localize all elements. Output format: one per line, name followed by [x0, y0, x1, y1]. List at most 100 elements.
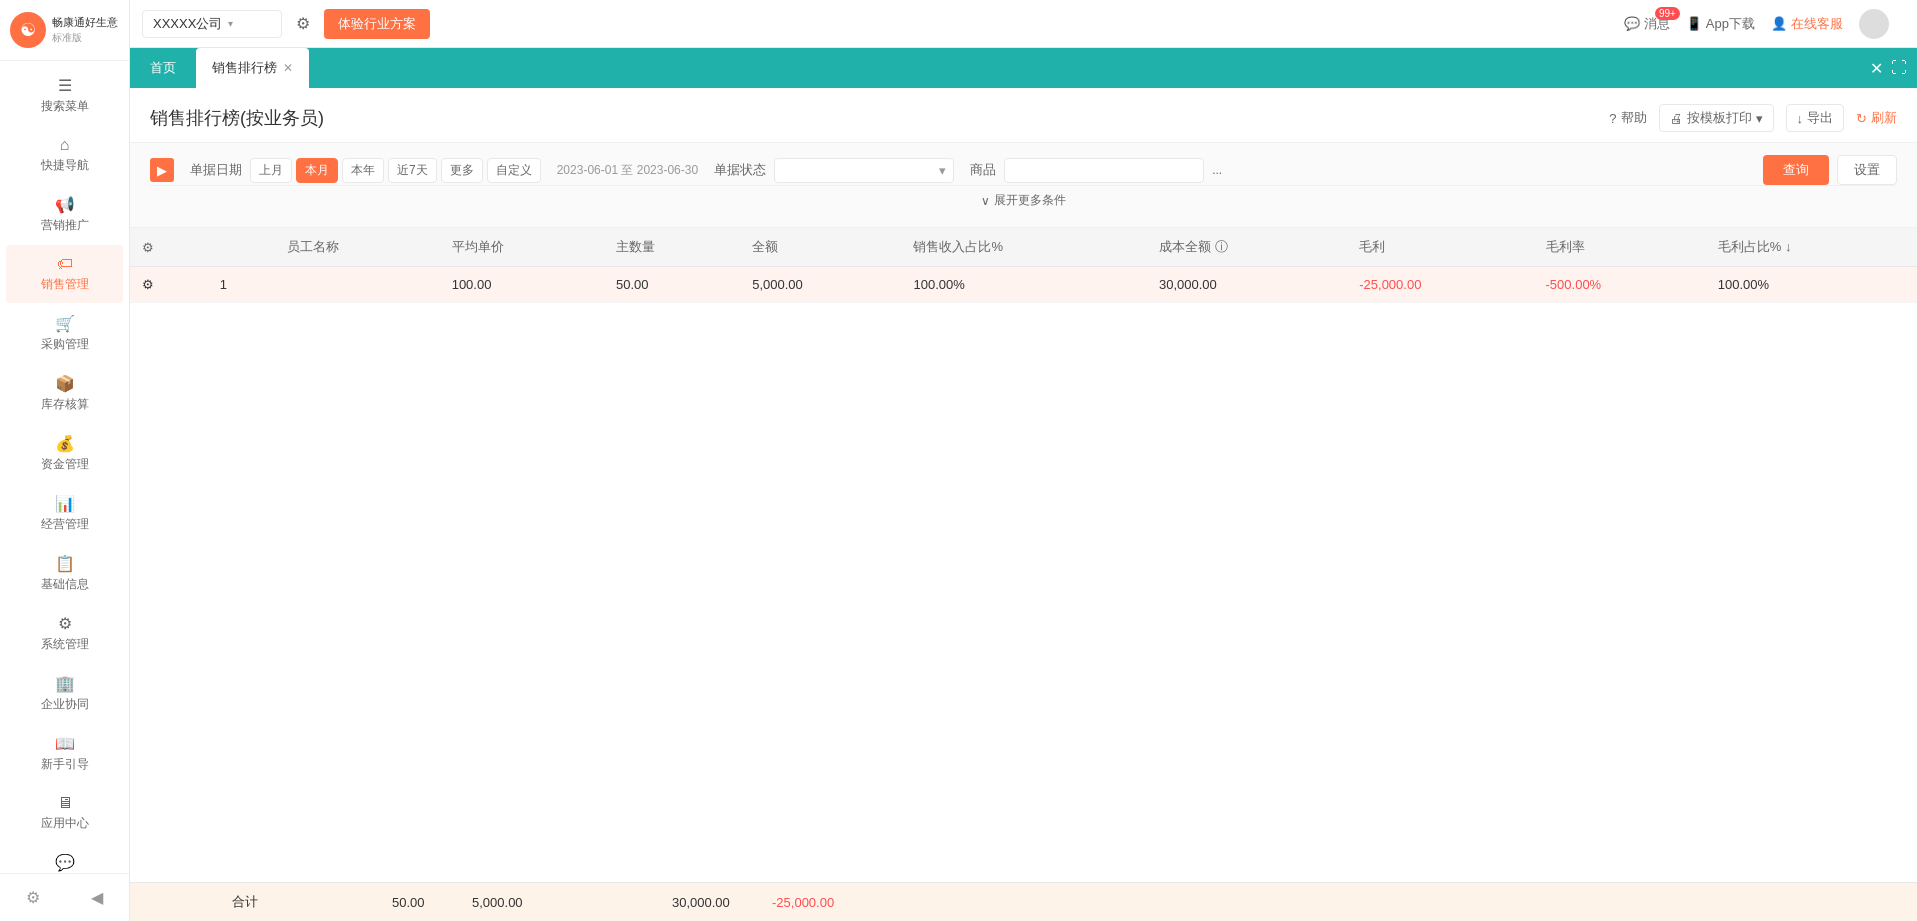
header-right: 💬 消息 99+ 📱 App下载 👤 在线客服 — [1624, 9, 1905, 39]
tab-label: 销售排行榜 — [212, 59, 277, 77]
page-title: 销售排行榜(按业务员) — [150, 106, 324, 130]
goods-filter-item: 商品 ... — [970, 158, 1222, 183]
sidebar-item-wechat[interactable]: 💬企业微信 — [6, 843, 123, 873]
footer-amount: 5,000.00 — [472, 895, 572, 910]
sidebar-collapse-icon[interactable]: ◀ — [83, 884, 111, 911]
sidebar-item-sales[interactable]: 🏷销售管理 — [6, 245, 123, 303]
sidebar-item-inventory[interactable]: 📦库存核算 — [6, 364, 123, 423]
header-settings-icon[interactable]: ⚙ — [292, 10, 314, 37]
settings-button[interactable]: 设置 — [1837, 155, 1897, 185]
export-icon: ↓ — [1797, 111, 1804, 126]
nav-label-search: 搜索菜单 — [41, 98, 89, 115]
col-header-main_qty: 主数量 — [604, 228, 740, 267]
col-header-gross_pct: 毛利占比% ↓ — [1706, 228, 1917, 267]
sidebar: ☯ 畅康通好生意 标准版 ☰搜索菜单⌂快捷导航📢营销推广🏷销售管理🛒采购管理📦库… — [0, 0, 130, 921]
print-button[interactable]: 🖨 按模板打印 ▾ — [1659, 104, 1774, 132]
sidebar-item-basic[interactable]: 📋基础信息 — [6, 544, 123, 603]
footer-gross: -25,000.00 — [772, 895, 872, 910]
date-filter-label: 单据日期 — [190, 161, 242, 179]
sidebar-item-operation[interactable]: 📊 经营管理 — [6, 484, 123, 543]
tab-bar-right: ✕ ⛶ — [1870, 59, 1917, 78]
window-close-icon[interactable]: ✕ — [1870, 59, 1883, 78]
nav-icon-search: ☰ — [58, 76, 72, 95]
col-header-amount: 全额 — [740, 228, 901, 267]
col-header-sales_pct: 销售收入占比% — [901, 228, 1147, 267]
filter-row: ▶ 单据日期 上月本月本年近7天更多自定义 2023-06-01 至 2023-… — [150, 155, 1897, 185]
nav-label-guide: 新手引导 — [41, 756, 89, 773]
sidebar-item-finance[interactable]: 💰资金管理 — [6, 424, 123, 483]
company-selector[interactable]: XXXXX公司 ▾ — [142, 10, 282, 38]
nav-label-operation: 经营管理 — [41, 516, 89, 533]
table-container: ⚙员工名称平均单价主数量全额销售收入占比%成本全额 ⓘ毛利毛利率毛利占比% ↓ … — [130, 228, 1917, 882]
gross-pct-cell: 100.00% — [1706, 267, 1917, 303]
window-max-icon[interactable]: ⛶ — [1891, 59, 1907, 77]
trial-button[interactable]: 体验行业方案 — [324, 9, 430, 39]
date-filter-buttons: 上月本月本年近7天更多自定义 — [250, 158, 541, 183]
message-button[interactable]: 💬 消息 99+ — [1624, 15, 1670, 33]
page-actions: ? 帮助 🖨 按模板打印 ▾ ↓ 导出 ↻ 刷新 — [1609, 104, 1897, 132]
sidebar-item-guide[interactable]: 📖新手引导 — [6, 724, 123, 783]
col-header-cost: 成本全额 ⓘ — [1147, 228, 1347, 267]
company-dropdown-icon: ▾ — [228, 18, 233, 29]
inner-content: 销售排行榜(按业务员) ? 帮助 🖨 按模板打印 ▾ ↓ 导出 — [130, 88, 1917, 921]
col-header-settings: ⚙ — [130, 228, 208, 267]
table-footer: 合计 50.00 5,000.00 30,000.00 -25,000.00 — [130, 882, 1917, 921]
app-download-button[interactable]: 📱 App下载 — [1686, 15, 1755, 33]
date-btn-上月[interactable]: 上月 — [250, 158, 292, 183]
page-content: 销售排行榜(按业务员) ? 帮助 🖨 按模板打印 ▾ ↓ 导出 — [130, 88, 1917, 921]
sidebar-bottom: ⚙ ◀ — [0, 873, 129, 921]
goods-input[interactable] — [1004, 158, 1204, 183]
export-button[interactable]: ↓ 导出 — [1786, 104, 1845, 132]
nav-label-inventory: 库存核算 — [41, 396, 89, 413]
print-dropdown-icon: ▾ — [1756, 111, 1763, 126]
expand-button[interactable]: ∨ 展开更多条件 — [981, 192, 1066, 209]
sidebar-item-enterprise[interactable]: 🏢 企业协同 — [6, 664, 123, 723]
date-btn-自定义[interactable]: 自定义 — [487, 158, 541, 183]
filter-right-actions: 查询 设置 — [1763, 155, 1897, 185]
print-icon: 🖨 — [1670, 111, 1683, 126]
sales-pct-cell: 100.00% — [901, 267, 1147, 303]
help-button[interactable]: ? 帮助 — [1609, 109, 1646, 127]
nav-icon-purchase: 🛒 — [55, 314, 75, 333]
table-row: ⚙1100.0050.005,000.00100.00%30,000.00-25… — [130, 267, 1917, 303]
nav-icon-enterprise: 🏢 — [55, 674, 75, 693]
nav-icon-operation: 📊 — [55, 494, 75, 513]
more-options-btn[interactable]: ... — [1212, 163, 1222, 177]
nav-label-enterprise: 企业协同 — [41, 696, 89, 713]
nav-icon-system: ⚙ — [58, 614, 72, 633]
footer-main-qty: 50.00 — [392, 895, 472, 910]
sidebar-item-system[interactable]: ⚙系统管理 — [6, 604, 123, 663]
nav-label-purchase: 采购管理 — [41, 336, 89, 353]
date-filter-item: 单据日期 上月本月本年近7天更多自定义 — [190, 158, 541, 183]
status-select[interactable] — [774, 158, 954, 183]
sidebar-item-marketing[interactable]: 📢 营销推广 — [6, 185, 123, 244]
nav-icon-finance: 💰 — [55, 434, 75, 453]
date-btn-更多[interactable]: 更多 — [441, 158, 483, 183]
online-service-button[interactable]: 👤 在线客服 — [1771, 15, 1843, 33]
date-btn-近7天[interactable]: 近7天 — [388, 158, 437, 183]
nav-label-marketing: 营销推广 — [41, 217, 89, 234]
sidebar-item-search[interactable]: ☰ 搜索菜单 — [6, 66, 123, 125]
refresh-button[interactable]: ↻ 刷新 — [1856, 109, 1897, 127]
footer-label: 合计 — [232, 893, 312, 911]
filter-arrow-btn[interactable]: ▶ — [150, 158, 174, 182]
nav-icon-sales: 🏷 — [57, 255, 73, 273]
tab-close-icon[interactable]: ✕ — [283, 61, 293, 75]
sidebar-item-shortcut[interactable]: ⌂快捷导航 — [6, 126, 123, 184]
tab-home[interactable]: 首页 — [130, 48, 196, 88]
date-btn-本年[interactable]: 本年 — [342, 158, 384, 183]
page-header: 销售排行榜(按业务员) ? 帮助 🖨 按模板打印 ▾ ↓ 导出 — [130, 88, 1917, 143]
sidebar-item-purchase[interactable]: 🛒 采购管理 — [6, 304, 123, 363]
date-btn-本月[interactable]: 本月 — [296, 158, 338, 183]
sidebar-item-appscenter[interactable]: 🖥应用中心 — [6, 784, 123, 842]
data-table: ⚙员工名称平均单价主数量全额销售收入占比%成本全额 ⓘ毛利毛利率毛利占比% ↓ … — [130, 228, 1917, 303]
sidebar-settings-icon[interactable]: ⚙ — [18, 884, 48, 911]
employee-cell — [275, 267, 439, 303]
rank-cell: 1 — [208, 267, 276, 303]
nav-label-shortcut: 快捷导航 — [41, 157, 89, 174]
query-button[interactable]: 查询 — [1763, 155, 1829, 185]
nav-label-appscenter: 应用中心 — [41, 815, 89, 832]
nav-icon-marketing: 📢 — [55, 195, 75, 214]
footer-cost: 30,000.00 — [672, 895, 772, 910]
tab-sales-ranking[interactable]: 销售排行榜 ✕ — [196, 48, 309, 88]
